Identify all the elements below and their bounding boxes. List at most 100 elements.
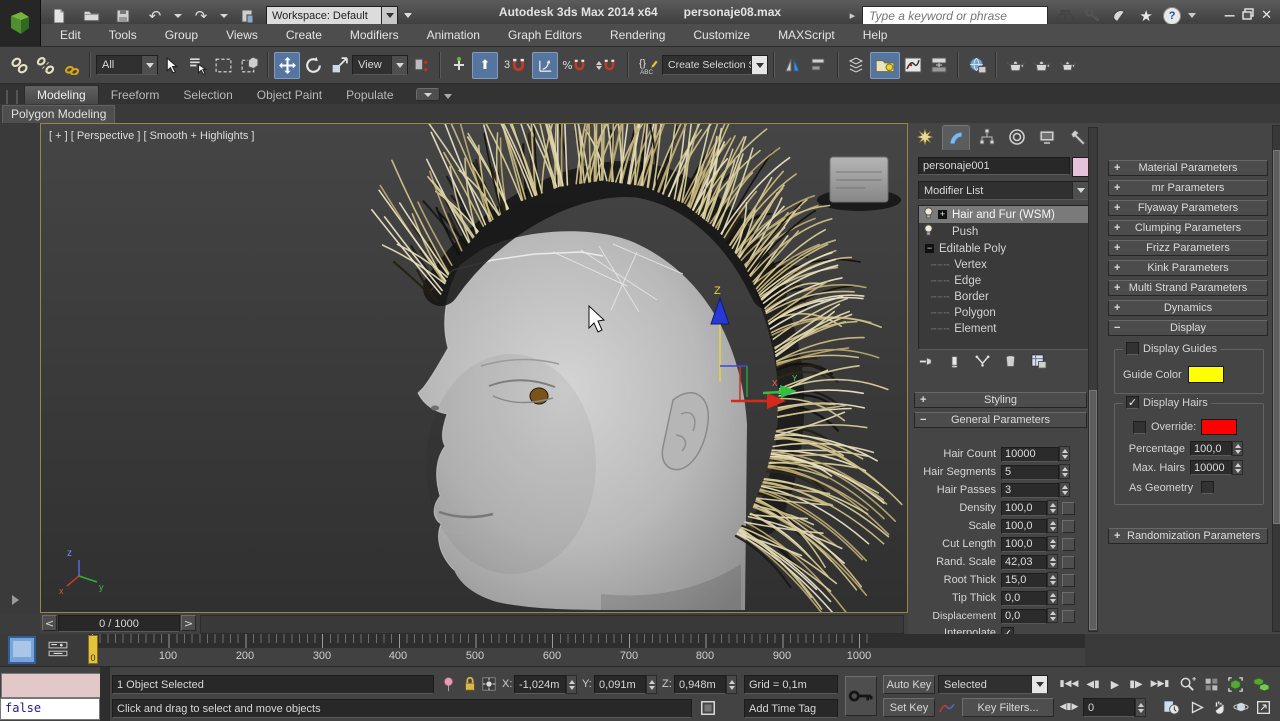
bind-to-space-warp-icon[interactable] bbox=[58, 52, 84, 79]
window-crossing-icon[interactable] bbox=[236, 52, 262, 79]
select-and-link-icon[interactable] bbox=[6, 52, 32, 79]
as-geometry-checkbox[interactable] bbox=[1201, 481, 1215, 494]
menu-create[interactable]: Create bbox=[272, 24, 336, 46]
stack-row-editable-poly[interactable]: − Editable Poly bbox=[919, 240, 1090, 257]
maxscript-listener-field[interactable]: false bbox=[0, 698, 100, 720]
zoom-viewport-icon[interactable] bbox=[1176, 675, 1198, 693]
default-tangent-icon[interactable] bbox=[938, 699, 956, 720]
density-map-button[interactable] bbox=[1062, 501, 1075, 515]
select-and-move-icon[interactable] bbox=[274, 51, 300, 79]
tab-utilities[interactable] bbox=[1064, 125, 1090, 149]
hair-count-spinner[interactable] bbox=[1059, 446, 1070, 461]
rendered-frame-window-icon[interactable] bbox=[1002, 52, 1028, 79]
help-icon[interactable]: ? bbox=[1163, 6, 1182, 25]
key-filters-button[interactable]: Key Filters... bbox=[962, 698, 1054, 717]
rollout-styling[interactable]: + Styling bbox=[914, 392, 1087, 408]
display-guides-checkbox[interactable] bbox=[1126, 342, 1139, 355]
hair-passes-spinner[interactable] bbox=[1059, 482, 1070, 497]
menu-help[interactable]: Help bbox=[849, 24, 902, 46]
panel-scrollbar[interactable] bbox=[1088, 127, 1098, 632]
show-end-result-icon[interactable] bbox=[947, 353, 962, 373]
help-flyout-arrow[interactable] bbox=[1188, 13, 1197, 18]
configure-modifier-sets-icon[interactable] bbox=[1030, 353, 1047, 373]
object-name-field[interactable]: personaje001 bbox=[918, 157, 1070, 175]
percentage-field[interactable]: 100,0 bbox=[1190, 441, 1232, 456]
snap-3d-icon[interactable]: 3 bbox=[498, 52, 532, 79]
search-input[interactable] bbox=[862, 6, 1049, 25]
previous-frame-button[interactable]: ◀▮ bbox=[1083, 675, 1103, 693]
tab-freeform[interactable]: Freeform bbox=[99, 86, 172, 104]
render-production-icon[interactable] bbox=[1028, 52, 1054, 79]
select-and-rotate-icon[interactable] bbox=[300, 52, 326, 79]
frame-range-display[interactable]: 0 / 1000 bbox=[58, 615, 180, 632]
polygon-modeling-panel[interactable]: Polygon Modeling bbox=[2, 105, 116, 124]
time-ruler[interactable]: 100 200 300 400 500 600 700 800 900 1000… bbox=[88, 634, 1085, 666]
bulb-icon[interactable] bbox=[923, 223, 934, 240]
maxscript-macro-field[interactable] bbox=[1, 673, 101, 698]
cut-length-map-button[interactable] bbox=[1062, 537, 1075, 551]
menu-group[interactable]: Group bbox=[151, 24, 212, 46]
viewport-label[interactable]: [ + ] [ Perspective ] [ Smooth + Highlig… bbox=[49, 130, 254, 142]
perspective-viewport[interactable]: Z X Y z x y [ + ] [ Perspective ] [ Smoo… bbox=[40, 123, 908, 613]
listener-splitter[interactable] bbox=[100, 667, 110, 721]
key-mode-dropdown[interactable]: Selected bbox=[938, 675, 1048, 694]
select-and-scale-icon[interactable] bbox=[326, 52, 352, 79]
tip-thick-map-button[interactable] bbox=[1062, 591, 1075, 605]
next-frame-button[interactable]: > bbox=[181, 615, 196, 631]
next-frame-button-transport[interactable]: ▮▶ bbox=[1126, 675, 1146, 693]
scale-field[interactable]: 100,0 bbox=[1001, 518, 1047, 534]
ribbon-minimize-button[interactable] bbox=[415, 88, 440, 101]
rollout-display[interactable]: − Display bbox=[1108, 320, 1268, 336]
rollout-general-parameters[interactable]: − General Parameters bbox=[914, 412, 1087, 428]
right-scrollbar[interactable] bbox=[1272, 125, 1280, 632]
align-icon[interactable] bbox=[806, 52, 832, 79]
display-hairs-checkbox[interactable]: ✓ bbox=[1126, 396, 1139, 409]
y-coord-spinner[interactable] bbox=[646, 675, 657, 694]
tab-create[interactable] bbox=[912, 125, 938, 149]
cut-length-field[interactable]: 100,0 bbox=[1001, 536, 1047, 552]
cut-length-spinner[interactable] bbox=[1047, 536, 1058, 551]
rollout-clumping-parameters[interactable]: + Clumping Parameters bbox=[1108, 220, 1268, 236]
menu-graph-editors[interactable]: Graph Editors bbox=[494, 24, 596, 46]
character-head-mesh[interactable] bbox=[417, 231, 747, 610]
zoom-extents-icon[interactable] bbox=[1224, 675, 1246, 693]
tab-populate[interactable]: Populate bbox=[334, 86, 405, 104]
redo-flyout-arrow[interactable] bbox=[220, 13, 228, 18]
close-button[interactable]: ✕ bbox=[1261, 8, 1272, 23]
collapse-minus-icon[interactable]: − bbox=[925, 244, 934, 253]
menu-maxscript[interactable]: MAXScript bbox=[764, 24, 849, 46]
rollout-mr-parameters[interactable]: + mr Parameters bbox=[1108, 180, 1268, 196]
ribbon-drag-handle[interactable] bbox=[6, 90, 18, 104]
rand-scale-field[interactable]: 42,03 bbox=[1001, 554, 1047, 570]
root-thick-field[interactable]: 15,0 bbox=[1001, 572, 1047, 588]
select-object-icon[interactable] bbox=[158, 52, 184, 79]
max-hairs-spinner[interactable] bbox=[1232, 460, 1243, 475]
z-coord-spinner[interactable] bbox=[726, 675, 737, 694]
stack-row-push[interactable]: Push bbox=[919, 223, 1090, 240]
reference-coordinate-dropdown[interactable]: View bbox=[352, 55, 408, 75]
percent-snap-icon[interactable]: % bbox=[558, 52, 590, 79]
render-iterative-icon[interactable] bbox=[1054, 52, 1080, 79]
zoom-extents-all-icon[interactable] bbox=[1250, 675, 1272, 693]
tab-modeling[interactable]: Modeling bbox=[24, 85, 99, 104]
tab-hierarchy[interactable] bbox=[974, 125, 1000, 149]
undo-flyout-arrow[interactable] bbox=[174, 13, 182, 18]
tab-display[interactable] bbox=[1034, 125, 1060, 149]
select-by-name-icon[interactable] bbox=[184, 52, 210, 79]
displacement-map-button[interactable] bbox=[1062, 609, 1075, 623]
displacement-spinner[interactable] bbox=[1047, 608, 1058, 623]
stack-row-vertex[interactable]: ┈┈┈ Vertex bbox=[919, 257, 1090, 273]
curve-editor-icon[interactable] bbox=[900, 52, 926, 79]
prompt-window-icon[interactable] bbox=[700, 700, 716, 719]
pin-stack-icon[interactable] bbox=[918, 353, 935, 373]
named-selection-set-dropdown[interactable]: Create Selection Set bbox=[662, 55, 768, 75]
prev-frame-button[interactable]: < bbox=[42, 615, 57, 631]
field-of-view-icon[interactable] bbox=[1186, 698, 1208, 716]
auto-key-button[interactable]: Auto Key bbox=[883, 675, 935, 694]
menu-edit[interactable]: Edit bbox=[46, 24, 95, 46]
menu-rendering[interactable]: Rendering bbox=[596, 24, 679, 46]
unlink-selection-icon[interactable] bbox=[32, 52, 58, 79]
tab-selection[interactable]: Selection bbox=[171, 86, 244, 104]
ribbon-minimize-flyout[interactable] bbox=[443, 94, 452, 99]
maximize-viewport-icon[interactable] bbox=[1252, 698, 1274, 716]
